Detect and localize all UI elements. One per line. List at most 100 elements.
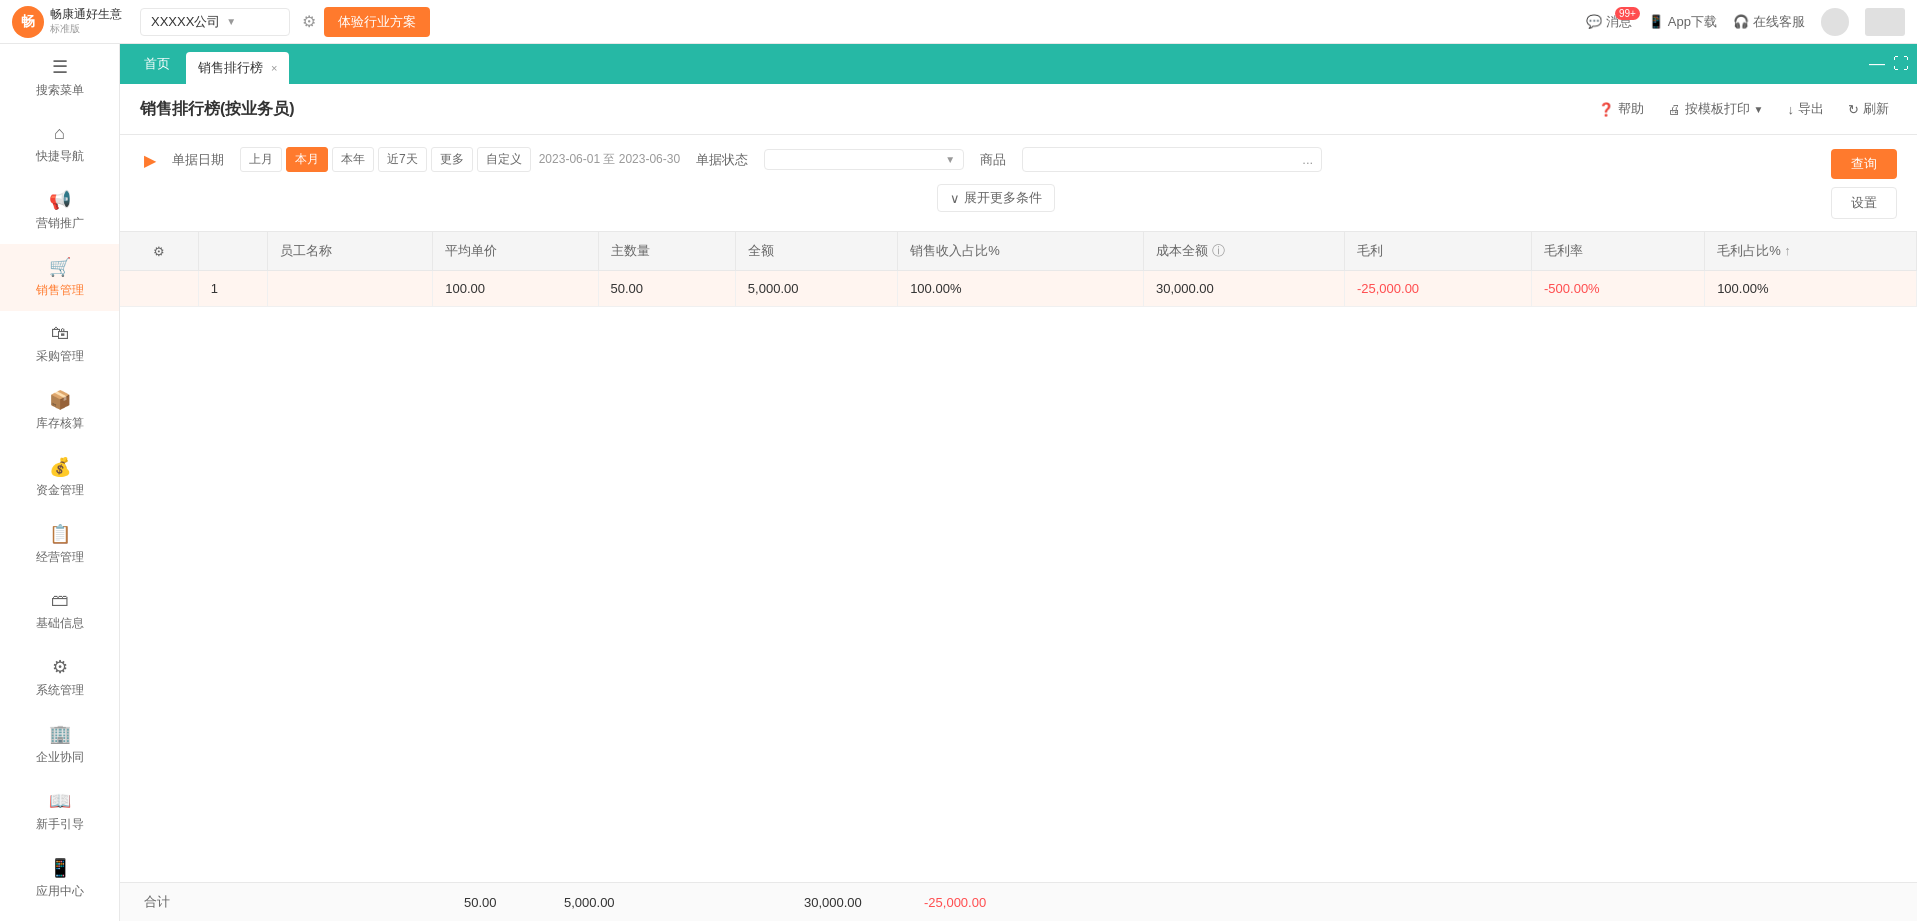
- export-button[interactable]: ↓ 导出: [1780, 96, 1833, 122]
- sidebar-item-purchase[interactable]: 🛍 采购管理: [0, 311, 119, 377]
- footer-amount: 5,000.00: [552, 895, 672, 910]
- company-name: XXXXX公司: [151, 13, 220, 31]
- message-icon: 💬: [1586, 14, 1602, 29]
- help-button[interactable]: ❓ 帮助: [1590, 96, 1652, 122]
- footer-label: 合计: [132, 893, 182, 911]
- print-button[interactable]: 🖨 按模板打印 ▼: [1660, 96, 1772, 122]
- search-order-icon: ☰: [52, 56, 68, 78]
- operation-icon: 📋: [49, 523, 71, 545]
- expand-more-button[interactable]: ∨ 展开更多条件: [937, 184, 1055, 212]
- tab-window-actions: — ⛶: [1869, 55, 1909, 73]
- filter-main: ▶ 单据日期 上月 本月 本年 近7天 更多 自定义 2023-06-: [140, 147, 1897, 219]
- main-layout: ☰ 搜索菜单 ⌂ 快捷导航 📢 营销推广 🛒 销售管理 🛍 采购管理 📦 库存核…: [0, 44, 1917, 921]
- logo-area: 畅 畅康通好生意 标准版: [12, 6, 132, 38]
- expand-down-icon: ∨: [950, 191, 960, 206]
- basic-info-icon: 🗃: [51, 590, 69, 611]
- col-avg-price: 平均单价: [433, 232, 598, 271]
- sidebar-item-basic-info[interactable]: 🗃 基础信息: [0, 578, 119, 644]
- sidebar-item-label: 快捷导航: [36, 148, 84, 165]
- sidebar-item-label: 系统管理: [36, 682, 84, 699]
- purchase-icon: 🛍: [51, 323, 69, 344]
- col-settings[interactable]: ⚙: [120, 232, 198, 271]
- settings-icon[interactable]: ⚙: [302, 12, 316, 31]
- sidebar-item-label: 库存核算: [36, 415, 84, 432]
- goods-dots-icon: ...: [1302, 152, 1313, 167]
- col-main-qty: 主数量: [598, 232, 735, 271]
- tab-close-icon[interactable]: ×: [271, 62, 277, 74]
- enterprise-icon: 🏢: [49, 723, 71, 745]
- data-table: ⚙ 员工名称 平均单价 主数量 全额 销售收入占比% 成本全额 ⓘ 毛利 毛利率…: [120, 232, 1917, 307]
- sidebar-item-guide[interactable]: 📖 新手引导: [0, 778, 119, 845]
- logo-text: 畅康通好生意: [50, 7, 122, 23]
- sidebar-item-search-order[interactable]: ☰ 搜索菜单: [0, 44, 119, 111]
- refresh-button[interactable]: ↻ 刷新: [1840, 96, 1897, 122]
- goods-label: 商品: [980, 151, 1006, 169]
- page-content: 销售排行榜(按业务员) ❓ 帮助 🖨 按模板打印 ▼ ↓ 导出: [120, 84, 1917, 921]
- cost-info-icon[interactable]: ⓘ: [1212, 243, 1225, 258]
- sidebar-item-marketing[interactable]: 📢 营销推广: [0, 177, 119, 244]
- user-avatar[interactable]: [1821, 8, 1849, 36]
- app-download-link[interactable]: 📱 App下载: [1648, 13, 1717, 31]
- sidebar-item-sales[interactable]: 🛒 销售管理: [0, 244, 119, 311]
- sidebar-item-label: 新手引导: [36, 816, 84, 833]
- col-amount: 全额: [735, 232, 897, 271]
- finance-icon: 💰: [49, 456, 71, 478]
- filter-fields: 单据日期 上月 本月 本年 近7天 更多 自定义 2023-06-01 至 20…: [172, 147, 1819, 212]
- filter-row-1: 单据日期 上月 本月 本年 近7天 更多 自定义 2023-06-01 至 20…: [172, 147, 1819, 172]
- minimize-icon[interactable]: —: [1869, 55, 1885, 73]
- top-right-actions: 💬 消息 99+ 📱 App下载 🎧 在线客服: [1586, 8, 1905, 36]
- col-rank: [198, 232, 267, 271]
- sidebar-item-finance[interactable]: 💰 资金管理: [0, 444, 119, 511]
- date-btn-more[interactable]: 更多: [431, 147, 473, 172]
- sales-icon: 🛒: [49, 256, 71, 278]
- status-chevron-icon: ▼: [945, 154, 955, 165]
- goods-selector[interactable]: ...: [1022, 147, 1322, 172]
- help-icon: ❓: [1598, 102, 1614, 117]
- footer-profit: -25,000.00: [912, 895, 998, 910]
- filter-toggle-button[interactable]: ▶: [140, 147, 160, 174]
- chevron-down-icon: ▼: [226, 16, 236, 27]
- sidebar-item-label: 企业协同: [36, 749, 84, 766]
- col-cost: 成本全额 ⓘ: [1144, 232, 1345, 271]
- refresh-icon: ↻: [1848, 102, 1859, 117]
- column-settings-button[interactable]: 设置: [1831, 187, 1897, 219]
- date-btn-this-month[interactable]: 本月: [286, 147, 328, 172]
- home-icon: ⌂: [54, 123, 65, 144]
- page-header: 销售排行榜(按业务员) ❓ 帮助 🖨 按模板打印 ▼ ↓ 导出: [120, 84, 1917, 135]
- sidebar-item-wechat[interactable]: 💬 企业微信: [0, 912, 119, 921]
- company-selector[interactable]: XXXXX公司 ▼: [140, 8, 290, 36]
- user-name-area[interactable]: [1865, 8, 1905, 36]
- message-area[interactable]: 💬 消息 99+: [1586, 13, 1632, 31]
- sidebar-item-quick-nav[interactable]: ⌂ 快捷导航: [0, 111, 119, 177]
- sidebar-item-operation[interactable]: 📋 经营管理: [0, 511, 119, 578]
- table-footer: 合计 50.00 5,000.00 30,000.00 -25,000.00: [120, 882, 1917, 921]
- date-btn-last-month[interactable]: 上月: [240, 147, 282, 172]
- table-body: 1100.0050.005,000.00100.00%30,000.00-25,…: [120, 271, 1917, 307]
- query-button[interactable]: 查询: [1831, 149, 1897, 179]
- maximize-icon[interactable]: ⛶: [1893, 55, 1909, 73]
- system-icon: ⚙: [52, 656, 68, 678]
- filter-btn-col: 查询 设置: [1831, 147, 1897, 219]
- status-selector[interactable]: ▼: [764, 149, 964, 170]
- col-name: 员工名称: [268, 232, 433, 271]
- table-row: 1100.0050.005,000.00100.00%30,000.00-25,…: [120, 271, 1917, 307]
- date-btn-7days[interactable]: 近7天: [378, 147, 427, 172]
- date-buttons: 上月 本月 本年 近7天 更多 自定义 2023-06-01 至 2023-06…: [240, 147, 680, 172]
- sidebar-item-inventory[interactable]: 📦 库存核算: [0, 377, 119, 444]
- sidebar-item-enterprise[interactable]: 🏢 企业协同: [0, 711, 119, 778]
- online-service-link[interactable]: 🎧 在线客服: [1733, 13, 1805, 31]
- sidebar-item-label: 经营管理: [36, 549, 84, 566]
- content-area: 首页 销售排行榜 × — ⛶ 销售排行榜(按业务员) ❓ 帮助: [120, 44, 1917, 921]
- tab-home[interactable]: 首页: [128, 44, 186, 84]
- sidebar-item-app-center[interactable]: 📱 应用中心: [0, 845, 119, 912]
- date-range-display: 2023-06-01 至 2023-06-30: [539, 151, 680, 168]
- expand-row: ∨ 展开更多条件: [172, 180, 1819, 212]
- profit-pct-sort-icon[interactable]: ↑: [1784, 243, 1791, 258]
- headset-icon: 🎧: [1733, 14, 1749, 29]
- tab-sales-rank[interactable]: 销售排行榜 ×: [186, 52, 289, 84]
- sidebar-item-system[interactable]: ⚙ 系统管理: [0, 644, 119, 711]
- tab-bar: 首页 销售排行榜 × — ⛶: [120, 44, 1917, 84]
- date-btn-this-year[interactable]: 本年: [332, 147, 374, 172]
- date-btn-custom[interactable]: 自定义: [477, 147, 531, 172]
- trial-button[interactable]: 体验行业方案: [324, 7, 430, 37]
